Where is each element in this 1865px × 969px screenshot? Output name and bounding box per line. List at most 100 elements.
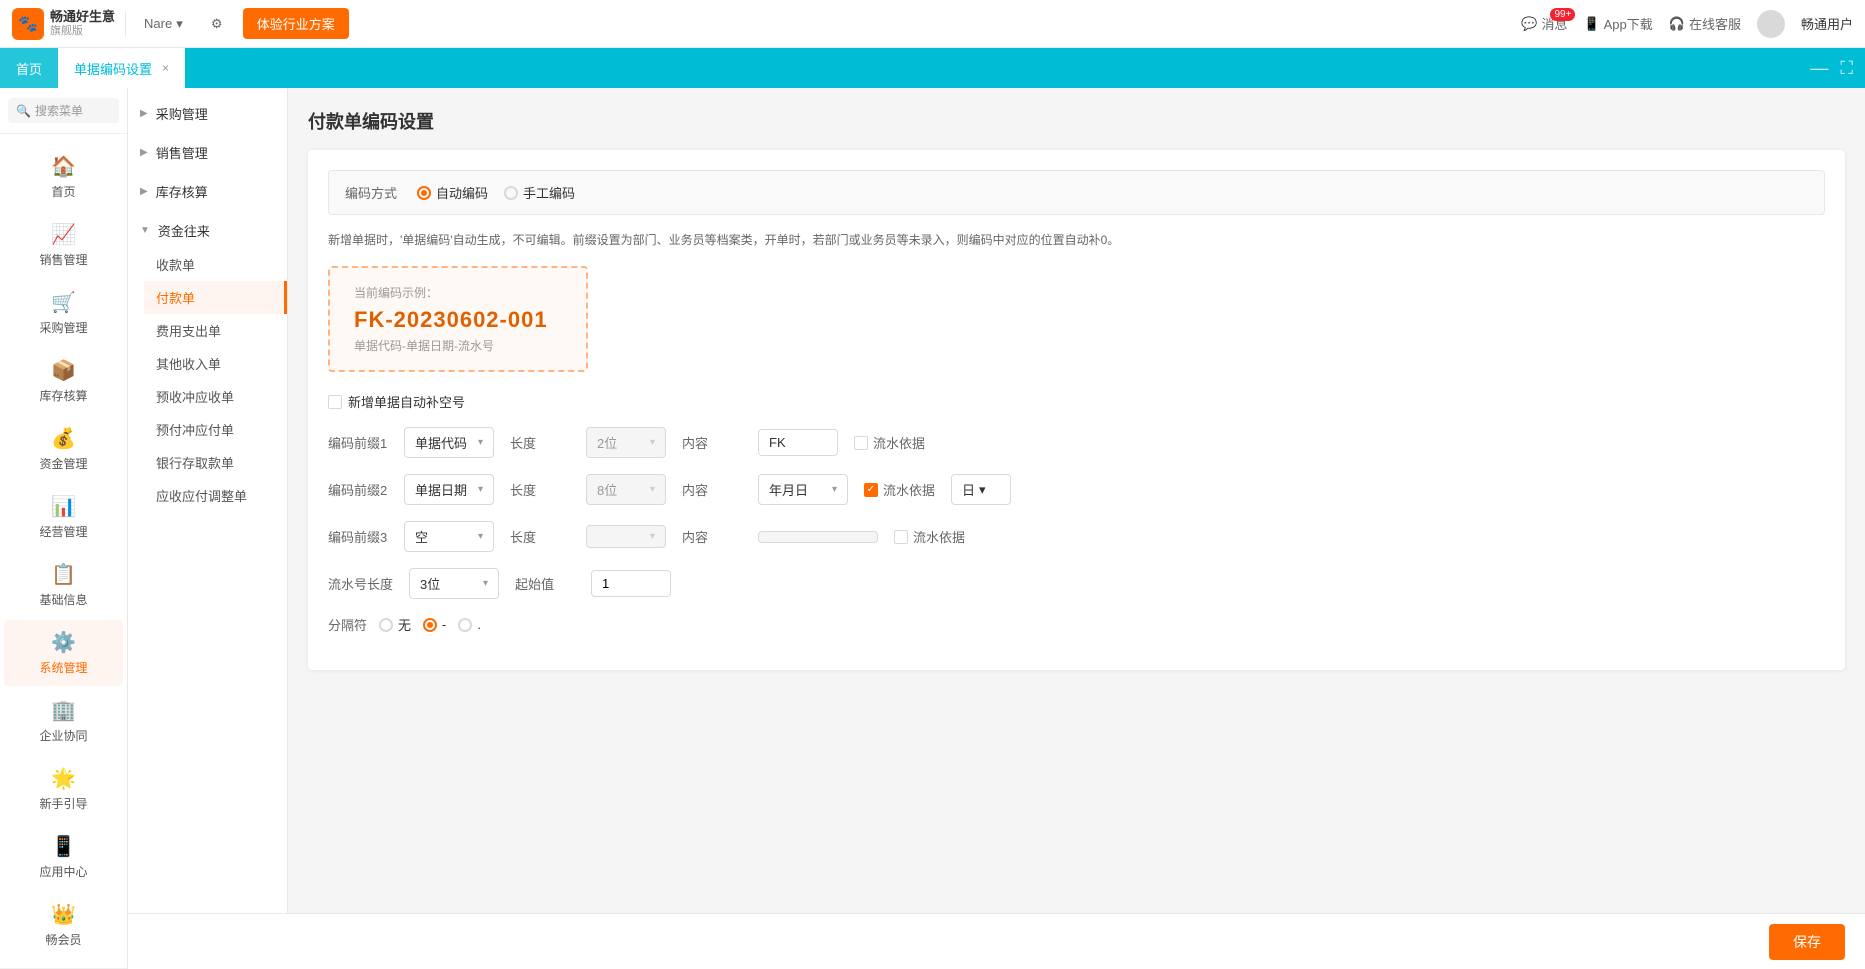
sub-menu-purchase: ▶ 采购管理 bbox=[128, 96, 287, 131]
radio-group: 自动编码 手工编码 bbox=[417, 183, 575, 202]
sep-dot-label: . bbox=[477, 617, 481, 632]
prefix2-content-select[interactable]: 年月日 ▾ bbox=[758, 474, 848, 505]
sidebar-item-inventory[interactable]: 📦 库存核算 bbox=[4, 348, 123, 414]
purchase-menu-label: 采购管理 bbox=[156, 104, 208, 123]
arrow-right-icon: ▶ bbox=[140, 108, 148, 119]
tab-close-icon[interactable]: × bbox=[162, 61, 169, 75]
sub-menu-item-bank[interactable]: 银行存取款单 bbox=[144, 446, 287, 479]
prefix1-content-label: 内容 bbox=[682, 433, 742, 452]
serial-length-select[interactable]: 3位 ▾ bbox=[409, 568, 499, 599]
sub-menu-item-other-income[interactable]: 其他收入单 bbox=[144, 347, 287, 380]
sub-menu-item-ar-adjust[interactable]: 应收应付调整单 bbox=[144, 479, 287, 512]
radio-auto-code[interactable]: 自动编码 bbox=[417, 183, 488, 202]
sidebar-item-operation[interactable]: 📊 经营管理 bbox=[4, 484, 123, 550]
sidebar-item-enterprise[interactable]: 🏢 企业协同 bbox=[4, 688, 123, 754]
prefix3-serial-checkbox[interactable]: 流水依据 bbox=[894, 527, 965, 546]
sep-dash-radio[interactable]: - bbox=[423, 617, 446, 632]
home-tab-label: 首页 bbox=[16, 59, 42, 78]
sidebar-search[interactable]: 🔍 搜索菜单 bbox=[0, 88, 127, 134]
prefix2-select[interactable]: 单据日期 ▾ bbox=[404, 474, 494, 505]
chevron-down-icon-p2: ▾ bbox=[478, 484, 483, 495]
sidebar-item-purchase[interactable]: 🛒 采购管理 bbox=[4, 280, 123, 346]
separator-label: 分隔符 bbox=[328, 615, 367, 634]
prefix1-label: 编码前缀1 bbox=[328, 433, 388, 452]
purchase-icon: 🛒 bbox=[51, 290, 76, 315]
sidebar-label-apps: 应用中心 bbox=[39, 863, 87, 880]
prefix2-serial-unit-select[interactable]: 日 ▾ bbox=[951, 474, 1011, 505]
prefix3-serial-label: 流水依据 bbox=[913, 527, 965, 546]
content-area: 付款单编码设置 编码方式 自动编码 手工编码 新增单据时，'单据编码'自动生成 bbox=[288, 88, 1865, 969]
auto-fill-checkbox-box bbox=[328, 395, 342, 409]
sub-menu-purchase-header[interactable]: ▶ 采购管理 bbox=[128, 96, 287, 131]
prefix3-label: 编码前缀3 bbox=[328, 527, 388, 546]
sub-menu-item-payment[interactable]: 付款单 bbox=[144, 281, 287, 314]
sub-menu-item-pre-payment[interactable]: 预付冲应付单 bbox=[144, 413, 287, 446]
inventory-menu-label: 库存核算 bbox=[156, 182, 208, 201]
sub-menu-sales-header[interactable]: ▶ 销售管理 bbox=[128, 135, 287, 170]
nav-tabs: 首页 单据编码设置 × — ⛶ bbox=[0, 48, 1865, 88]
prefix2-length-val: 8位 bbox=[597, 480, 617, 499]
message-button[interactable]: 💬 消息 99+ bbox=[1521, 14, 1567, 33]
tab-home[interactable]: 首页 bbox=[0, 48, 58, 88]
sidebar-item-system[interactable]: ⚙️ 系统管理 bbox=[4, 620, 123, 686]
sidebar-item-guide[interactable]: 🌟 新手引导 bbox=[4, 756, 123, 822]
sidebar-item-apps[interactable]: 📱 应用中心 bbox=[4, 824, 123, 890]
settings-icon-btn[interactable]: ⚙ bbox=[201, 8, 233, 40]
save-button[interactable]: 保存 bbox=[1769, 924, 1845, 960]
sep-dot-radio[interactable]: . bbox=[458, 617, 481, 632]
sub-menu-capital-header[interactable]: ▼ 资金往来 bbox=[128, 213, 287, 248]
sub-menu-inventory: ▶ 库存核算 bbox=[128, 174, 287, 209]
sidebar-item-home[interactable]: 🏠 首页 bbox=[4, 144, 123, 210]
sub-menu-sales: ▶ 销售管理 bbox=[128, 135, 287, 170]
trial-button[interactable]: 体验行业方案 bbox=[243, 8, 349, 39]
service-button[interactable]: 🎧 在线客服 bbox=[1669, 14, 1741, 33]
sep-none-radio[interactable]: 无 bbox=[379, 615, 411, 634]
prefix2-unit-val: 日 bbox=[962, 480, 975, 499]
guide-icon: 🌟 bbox=[51, 766, 76, 791]
download-button[interactable]: 📱 App下载 bbox=[1583, 14, 1652, 33]
prefix1-select[interactable]: 单据代码 ▾ bbox=[404, 427, 494, 458]
chevron-down-icon: ▾ bbox=[176, 16, 183, 32]
tab-encoding-settings[interactable]: 单据编码设置 × bbox=[58, 48, 185, 88]
separator-row: 分隔符 无 - . bbox=[328, 615, 1825, 634]
sidebar-label-system: 系统管理 bbox=[39, 659, 87, 676]
sub-menu-item-expense[interactable]: 费用支出单 bbox=[144, 314, 287, 347]
prefix3-select[interactable]: 空 ▾ bbox=[404, 521, 494, 552]
company-selector[interactable]: Nare ▾ bbox=[136, 12, 191, 36]
sidebar-item-member[interactable]: 👑 畅会员 bbox=[4, 892, 123, 958]
chevron-down-icon-p1: ▾ bbox=[478, 437, 483, 448]
sub-menu-item-receipt[interactable]: 收款单 bbox=[144, 248, 287, 281]
start-value-input[interactable] bbox=[591, 570, 671, 597]
sidebar-label-guide: 新手引导 bbox=[39, 795, 87, 812]
arrow-right-icon2: ▶ bbox=[140, 147, 148, 158]
radio-manual-code[interactable]: 手工编码 bbox=[504, 183, 575, 202]
prefix2-serial-checkbox[interactable]: ✓ 流水依据 bbox=[864, 480, 935, 499]
sub-menu-inventory-header[interactable]: ▶ 库存核算 bbox=[128, 174, 287, 209]
prefix1-serial-checkbox[interactable]: 流水依据 bbox=[854, 433, 925, 452]
chevron-down-icon-p2l: ▾ bbox=[650, 484, 655, 495]
avatar[interactable] bbox=[1757, 10, 1785, 38]
prefix3-content-label: 内容 bbox=[682, 527, 742, 546]
sidebar-item-basic[interactable]: 📋 基础信息 bbox=[4, 552, 123, 618]
prefix2-length-label: 长度 bbox=[510, 480, 570, 499]
prefix1-value: 单据代码 bbox=[415, 433, 467, 452]
sidebar-item-sales[interactable]: 📈 销售管理 bbox=[4, 212, 123, 278]
sidebar-label-sales: 销售管理 bbox=[39, 251, 87, 268]
prefix1-length-val: 2位 bbox=[597, 433, 617, 452]
search-label: 搜索菜单 bbox=[35, 102, 83, 119]
search-inner[interactable]: 🔍 搜索菜单 bbox=[8, 98, 119, 123]
bottom-bar: 保存 bbox=[128, 913, 1865, 969]
sep-dot-circle bbox=[458, 618, 472, 632]
maximize-icon[interactable]: ⛶ bbox=[1836, 58, 1857, 79]
prefix1-length-label: 长度 bbox=[510, 433, 570, 452]
message-icon: 💬 bbox=[1521, 16, 1537, 32]
auto-fill-checkbox[interactable]: 新增单据自动补空号 bbox=[328, 392, 1825, 411]
sub-menu-item-pre-collection[interactable]: 预收冲应收单 bbox=[144, 380, 287, 413]
enterprise-icon: 🏢 bbox=[51, 698, 76, 723]
basic-icon: 📋 bbox=[51, 562, 76, 587]
minimize-icon[interactable]: — bbox=[1806, 58, 1832, 79]
prefix1-length-input: 2位 ▾ bbox=[586, 427, 666, 458]
sidebar-item-finance[interactable]: 💰 资金管理 bbox=[4, 416, 123, 482]
sidebar-label-member: 畅会员 bbox=[45, 931, 81, 948]
user-name: 畅通用户 bbox=[1801, 14, 1853, 33]
